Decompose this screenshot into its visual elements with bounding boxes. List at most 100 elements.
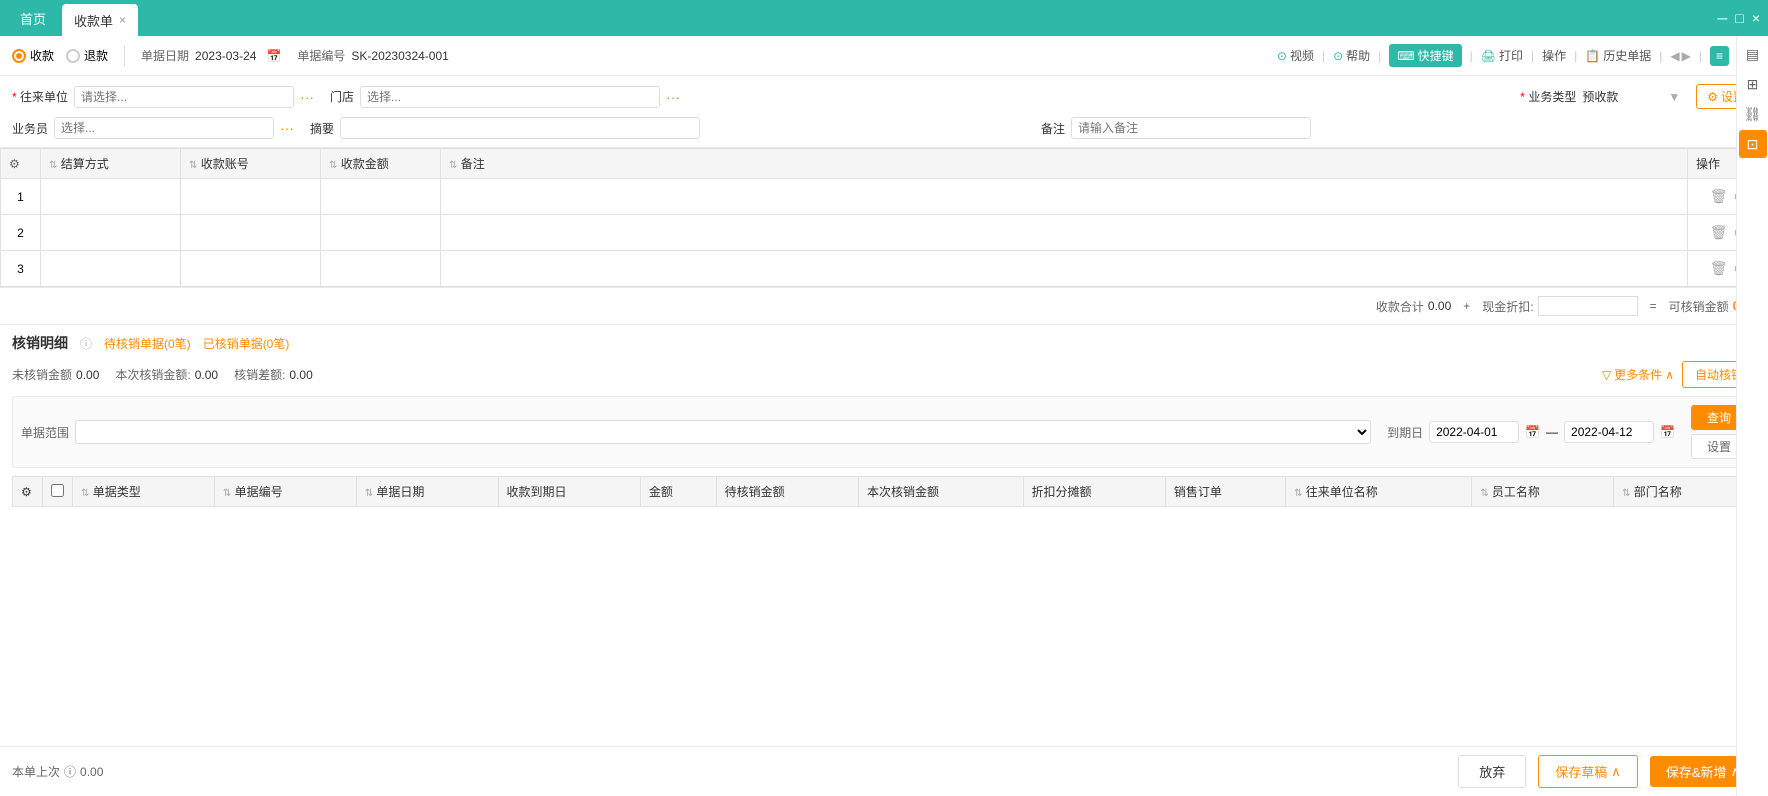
memo-input[interactable]: [1071, 117, 1311, 139]
nuclear-pending-tab[interactable]: 待核销单据(0笔): [104, 335, 191, 352]
tab-receipt[interactable]: 收款单 ×: [62, 4, 138, 36]
summary-label: 摘要: [310, 120, 334, 137]
table-settings-icon[interactable]: ⚙: [9, 157, 20, 171]
doc-date-calendar-icon[interactable]: 📅: [266, 49, 281, 63]
radio-refund[interactable]: 退款: [66, 47, 108, 64]
action-help[interactable]: ⊙ 帮助: [1333, 47, 1370, 64]
unchecked-label: 未核销金额: [12, 366, 72, 383]
party-label: 往来单位: [12, 88, 68, 105]
row-no-2: 2: [1, 215, 41, 251]
th-amount: ⇅ 收款金额: [321, 149, 441, 179]
action-history[interactable]: 📋 历史单据: [1585, 47, 1651, 64]
row-account-2[interactable]: [181, 215, 321, 251]
biz-type-arrow[interactable]: ▼: [1668, 90, 1680, 104]
range-select[interactable]: [75, 420, 1371, 444]
row-amount-2[interactable]: [321, 215, 441, 251]
th-account: ⇅ 收款账号: [181, 149, 321, 179]
th-doc-date: ⇅ 单据日期: [356, 477, 498, 507]
party-input[interactable]: [74, 86, 294, 108]
radio-refund-label: 退款: [84, 47, 108, 64]
store-ellipsis-btn[interactable]: ···: [666, 89, 680, 105]
row-account-1[interactable]: [181, 179, 321, 215]
form-row-2: 业务员 ··· 摘要 备注: [12, 117, 1756, 139]
toolbar-row: 收款 退款 单据日期 2023-03-24 📅 单据编号 SK-20230324…: [0, 36, 1768, 76]
help-icon: ⊙: [1333, 49, 1343, 63]
nuclear-section: 核销明细 ⓘ 待核销单据(0笔) 已核销单据(0笔) 未核销金额 0.00 本次…: [0, 325, 1768, 746]
th-amount: 金额: [640, 477, 716, 507]
window-minimize-icon[interactable]: ─: [1717, 10, 1727, 26]
date-to-calendar-icon[interactable]: 📅: [1660, 425, 1675, 439]
form-area: 往来单位 ··· 门店 ··· 业务类型 预收款 ▼ ⚙ 设置 业务员: [0, 76, 1768, 148]
row-delete-3[interactable]: 🗑: [1710, 260, 1728, 277]
window-maximize-icon[interactable]: □: [1735, 10, 1743, 26]
unchecked-value: 0.00: [76, 368, 99, 382]
check-all[interactable]: [51, 484, 64, 497]
nav-prev-icon[interactable]: ◀: [1670, 49, 1679, 63]
bottom-table-area: ⚙ ⇅ 单据类型 ⇅ 单据编号: [12, 476, 1756, 738]
save-draft-arrow[interactable]: ∧: [1611, 764, 1621, 780]
tab-close-icon[interactable]: ×: [119, 13, 126, 27]
toolbar-divider-1: [124, 46, 125, 66]
row-amount-3[interactable]: [321, 251, 441, 287]
unchecked-item: 未核销金额 0.00: [12, 366, 99, 383]
footer-info-icon[interactable]: ⓘ: [64, 763, 76, 780]
nav-arrows: ◀ ▶: [1670, 49, 1690, 63]
right-panel-icon-4[interactable]: ⊡: [1739, 130, 1767, 158]
save-draft-btn[interactable]: 保存草稿 ∧: [1538, 755, 1638, 788]
row-settle-1[interactable]: [41, 179, 181, 215]
party-field: 往来单位 ···: [12, 86, 314, 108]
nav-grid-btn[interactable]: ≡: [1710, 46, 1729, 66]
diff-value: 0.00: [289, 368, 312, 382]
date-to-input[interactable]: [1564, 421, 1654, 443]
tab-home[interactable]: 首页: [8, 0, 58, 36]
nuclear-info-icon[interactable]: ⓘ: [80, 335, 92, 352]
agent-input[interactable]: [54, 117, 274, 139]
more-conditions-btn[interactable]: ▽ 更多条件 ∧: [1602, 366, 1674, 383]
right-panel-icon-3[interactable]: ⛓: [1739, 100, 1767, 128]
footer-info: 本单上次 ⓘ 0.00: [12, 763, 103, 780]
row-amount-1[interactable]: [321, 179, 441, 215]
row-delete-1[interactable]: 🗑: [1710, 188, 1728, 205]
radio-receipt-dot: [12, 49, 26, 63]
action-print[interactable]: 🖨 打印: [1481, 47, 1523, 64]
tab-receipt-label: 收款单: [74, 11, 113, 30]
date-from-input[interactable]: [1429, 421, 1519, 443]
action-ops[interactable]: 操作: [1542, 47, 1566, 64]
th-doc-type: ⇅ 单据类型: [73, 477, 215, 507]
row-settle-2[interactable]: [41, 215, 181, 251]
th-check-all: [43, 477, 73, 507]
total-item: 收款合计 0.00: [1376, 298, 1451, 315]
action-shortcut-btn[interactable]: ⌨ 快捷键: [1389, 44, 1461, 67]
action-video[interactable]: ⊙ 视频: [1277, 47, 1314, 64]
window-close-icon[interactable]: ×: [1752, 10, 1760, 26]
agent-ellipsis-btn[interactable]: ···: [280, 120, 294, 136]
bottom-table: ⚙ ⇅ 单据类型 ⇅ 单据编号: [12, 476, 1756, 507]
chevron-up-icon: ∧: [1665, 368, 1674, 382]
nuclear-done-tab[interactable]: 已核销单据(0笔): [203, 335, 290, 352]
th-settings: ⚙: [1, 149, 41, 179]
gear-icon-bottom[interactable]: ⚙: [21, 485, 32, 499]
nuclear-title: 核销明细: [12, 333, 68, 353]
discount-input[interactable]: [1538, 296, 1638, 316]
date-from-calendar-icon[interactable]: 📅: [1525, 425, 1540, 439]
right-panel-icon-1[interactable]: ▤: [1739, 40, 1767, 68]
row-remark-1[interactable]: [441, 179, 1688, 215]
row-remark-2[interactable]: [441, 215, 1688, 251]
abandon-btn[interactable]: 放弃: [1458, 755, 1526, 788]
doc-date-value: 2023-03-24: [195, 49, 256, 63]
save-new-label: 保存&新增: [1666, 762, 1727, 781]
video-icon: ⊙: [1277, 49, 1287, 63]
row-settle-3[interactable]: [41, 251, 181, 287]
receipt-type-radio-group: 收款 退款: [12, 47, 108, 64]
row-remark-3[interactable]: [441, 251, 1688, 287]
th-checkbox: ⚙: [13, 477, 43, 507]
nav-next-icon[interactable]: ▶: [1682, 49, 1691, 63]
summary-input[interactable]: [340, 117, 700, 139]
party-ellipsis-btn[interactable]: ···: [300, 89, 314, 105]
date-filter-group: 到期日 📅 — 📅: [1387, 421, 1675, 443]
radio-receipt[interactable]: 收款: [12, 47, 54, 64]
row-account-3[interactable]: [181, 251, 321, 287]
row-delete-2[interactable]: 🗑: [1710, 224, 1728, 241]
right-panel-icon-2[interactable]: ⊞: [1739, 70, 1767, 98]
store-input[interactable]: [360, 86, 660, 108]
